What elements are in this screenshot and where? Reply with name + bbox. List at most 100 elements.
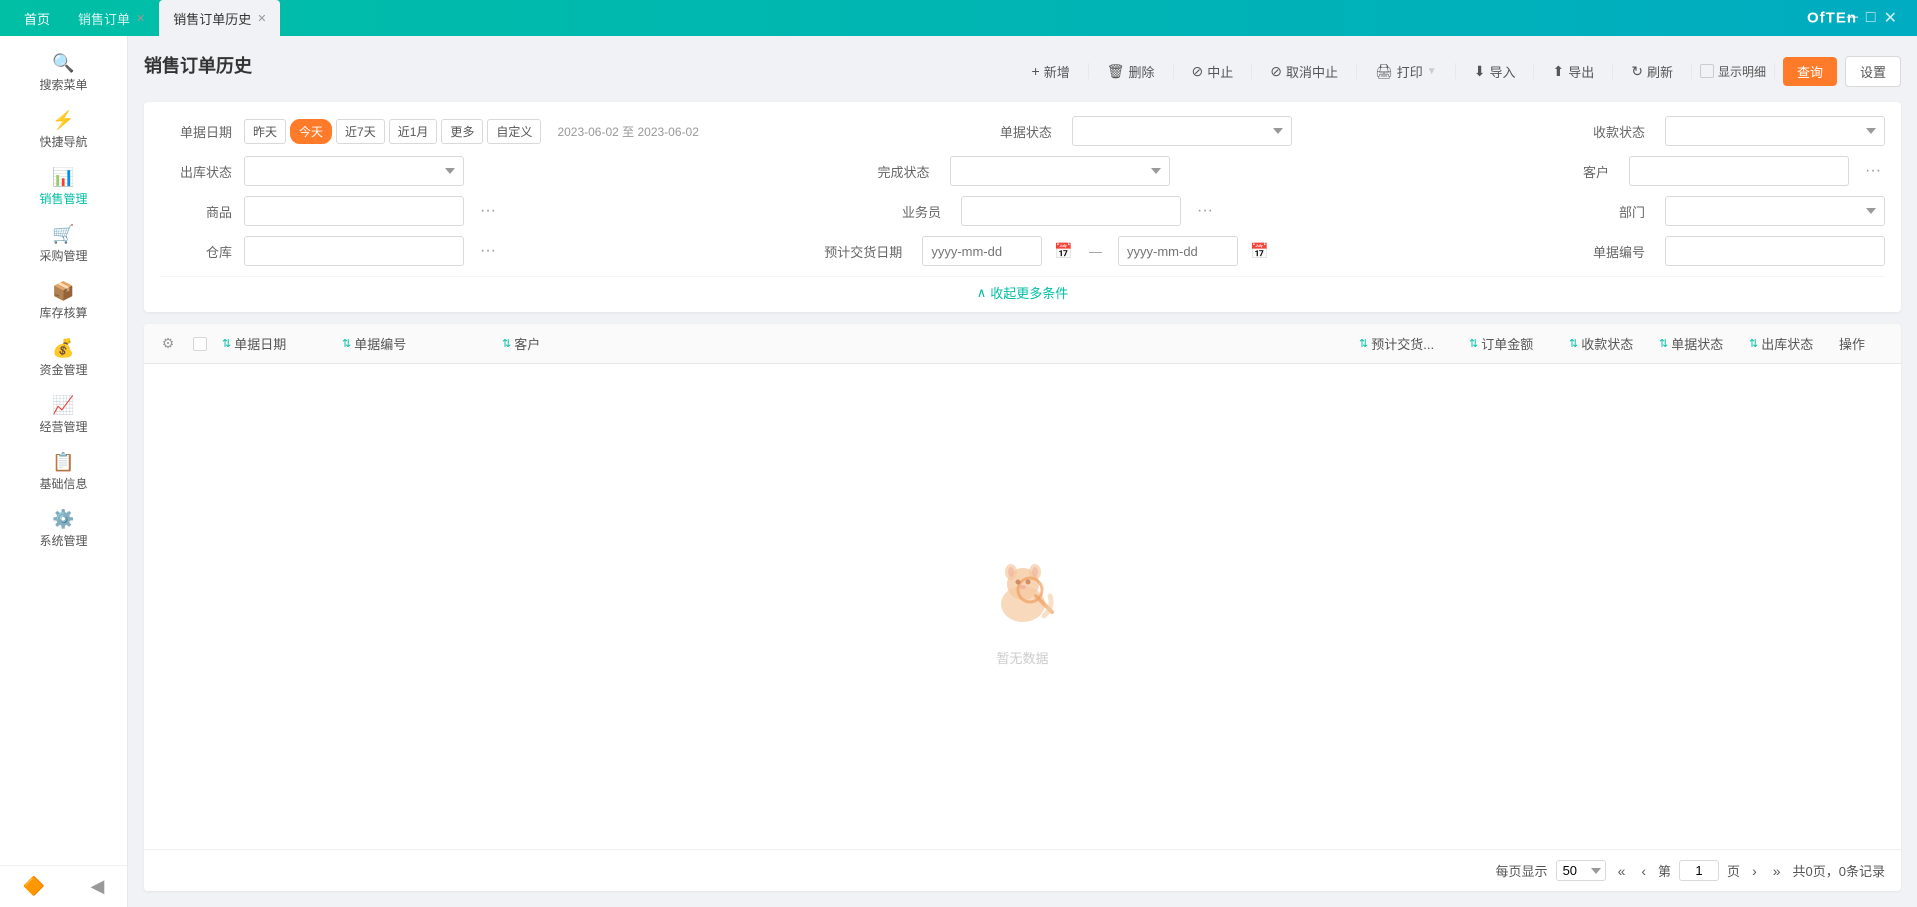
- show-detail-toggle[interactable]: 显示明细: [1700, 63, 1766, 80]
- th-ship-status[interactable]: ⇅ 出库状态: [1743, 334, 1833, 353]
- page-prefix-label: 第: [1658, 861, 1671, 880]
- salesperson-more-icon[interactable]: ···: [1193, 202, 1217, 220]
- salesperson-input[interactable]: [961, 196, 1181, 226]
- sidebar-settings-icon[interactable]: 🔶: [23, 876, 45, 897]
- toolbar: + 新增 🗑 删除 ⊘ 中止 ⊘ 取消中止: [1022, 56, 1902, 87]
- settings-button[interactable]: 设置: [1845, 56, 1901, 87]
- sidebar-item-basic-info[interactable]: 📋 基础信息: [0, 443, 127, 500]
- stop-button[interactable]: ⊘ 中止: [1182, 57, 1244, 86]
- collapse-filter-btn[interactable]: ∧ 收起更多条件: [160, 276, 1885, 304]
- next-page-button[interactable]: ›: [1748, 861, 1761, 881]
- th-order-status[interactable]: ⇅ 单据状态: [1653, 334, 1743, 353]
- first-page-button[interactable]: «: [1614, 861, 1630, 881]
- delivery-date-from[interactable]: [922, 236, 1042, 266]
- th-action-label: 操作: [1839, 334, 1865, 353]
- sidebar: 🔍 搜索菜单 ⚡ 快捷导航 📊 销售管理 🛒 采购管理 📦 库存核算 💰 资金管…: [0, 36, 128, 907]
- date-btn-custom[interactable]: 自定义: [487, 119, 541, 144]
- show-detail-checkbox[interactable]: [1700, 64, 1714, 78]
- th-amount[interactable]: ⇅ 订单金额: [1463, 334, 1563, 353]
- customer-input[interactable]: [1629, 156, 1849, 186]
- tab-sales-order-close[interactable]: ✕: [136, 12, 145, 25]
- complete-status-select[interactable]: [950, 156, 1170, 186]
- th-delivery[interactable]: ⇅ 预计交货...: [1353, 334, 1463, 353]
- current-page-input[interactable]: [1679, 860, 1719, 881]
- settings-icon[interactable]: ⚙: [162, 335, 175, 352]
- product-more-icon[interactable]: ···: [476, 202, 500, 220]
- date-filter-label: 单据日期: [160, 122, 232, 141]
- col-select-all[interactable]: [184, 337, 216, 351]
- toolbar-divider-2: [1173, 63, 1174, 79]
- th-num[interactable]: ⇅ 单据编号: [336, 334, 496, 353]
- date-btn-today[interactable]: 今天: [290, 119, 332, 144]
- prev-page-button[interactable]: ‹: [1637, 861, 1650, 881]
- toolbar-divider-1: [1088, 63, 1089, 79]
- select-all-checkbox[interactable]: [193, 337, 207, 351]
- sidebar-purchase-mgmt-label: 采购管理: [39, 247, 87, 264]
- tab-sales-order-history[interactable]: 销售订单历史 ✕: [159, 0, 280, 36]
- col-settings[interactable]: ⚙: [152, 335, 184, 352]
- sidebar-item-stock-settle[interactable]: 📦 库存核算: [0, 272, 127, 329]
- sidebar-collapse-icon[interactable]: ◀: [90, 876, 104, 897]
- order-num-input[interactable]: [1665, 236, 1885, 266]
- import-button[interactable]: ⬇ 导入: [1464, 57, 1526, 86]
- print-button[interactable]: 🖨 打印 ▼: [1365, 57, 1447, 86]
- maximize-icon[interactable]: □: [1866, 9, 1876, 27]
- payment-status-select[interactable]: [1665, 116, 1885, 146]
- customer-label: 客户: [1583, 162, 1609, 181]
- sidebar-item-fund-mgmt[interactable]: 💰 资金管理: [0, 329, 127, 386]
- payment-status-label: 收款状态: [1593, 122, 1645, 141]
- per-page-label: 每页显示: [1496, 861, 1548, 880]
- sidebar-item-sales-mgmt[interactable]: 📊 销售管理: [0, 158, 127, 215]
- toolbar-divider-7: [1612, 63, 1613, 79]
- refresh-button[interactable]: ↻ 刷新: [1621, 57, 1683, 86]
- th-date[interactable]: ⇅ 单据日期: [216, 334, 336, 353]
- export-button[interactable]: ⬆ 导出: [1542, 57, 1604, 86]
- sidebar-item-quick-nav[interactable]: ⚡ 快捷导航: [0, 101, 127, 158]
- sidebar-item-search-menu[interactable]: 🔍 搜索菜单: [0, 44, 127, 101]
- sidebar-item-sys-mgmt[interactable]: ⚙️ 系统管理: [0, 500, 127, 557]
- order-num-label: 单据编号: [1593, 242, 1645, 261]
- sort-icon-delivery: ⇅: [1359, 337, 1368, 350]
- th-pay-status[interactable]: ⇅ 收款状态: [1563, 334, 1653, 353]
- add-button[interactable]: + 新增: [1022, 57, 1080, 86]
- sort-icon-client: ⇅: [502, 337, 511, 350]
- department-select[interactable]: [1665, 196, 1885, 226]
- tab-home[interactable]: 首页: [10, 0, 64, 36]
- sort-icon-ship: ⇅: [1749, 337, 1758, 350]
- th-delivery-label: 预计交货...: [1371, 334, 1434, 353]
- customer-more-icon[interactable]: ···: [1861, 162, 1885, 180]
- per-page-select[interactable]: 50 20 100: [1556, 860, 1606, 881]
- warehouse-input[interactable]: [244, 236, 464, 266]
- add-label: 新增: [1044, 62, 1070, 81]
- cancel-stop-button[interactable]: ⊘ 取消中止: [1260, 57, 1348, 86]
- tab-sales-order-history-close[interactable]: ✕: [257, 12, 266, 25]
- date-btn-yesterday[interactable]: 昨天: [244, 119, 286, 144]
- close-window-icon[interactable]: ✕: [1884, 8, 1897, 28]
- sidebar-basic-info-label: 基础信息: [39, 475, 87, 492]
- delivery-date-to[interactable]: [1118, 236, 1238, 266]
- delete-button[interactable]: 🗑 删除: [1097, 57, 1165, 86]
- ship-status-select[interactable]: [244, 156, 464, 186]
- query-button[interactable]: 查询: [1783, 57, 1837, 86]
- product-input[interactable]: [244, 196, 464, 226]
- calendar-to-icon[interactable]: 📅: [1250, 242, 1269, 260]
- collapse-label: 收起更多条件: [990, 283, 1068, 302]
- sidebar-item-purchase-mgmt[interactable]: 🛒 采购管理: [0, 215, 127, 272]
- last-page-button[interactable]: »: [1769, 861, 1785, 881]
- purchase-mgmt-icon: 🛒: [52, 225, 74, 243]
- date-btn-more[interactable]: 更多: [441, 119, 483, 144]
- sidebar-bottom: 🔶 ◀: [0, 865, 127, 907]
- calendar-from-icon[interactable]: 📅: [1054, 242, 1073, 260]
- filter-row-3: 商品 ··· 业务员 ··· 部门: [160, 196, 1885, 226]
- sidebar-item-ops-mgmt[interactable]: 📈 经营管理: [0, 386, 127, 443]
- th-client[interactable]: ⇅ 客户: [496, 334, 1353, 353]
- tab-sales-order-history-label: 销售订单历史: [173, 9, 251, 28]
- date-btn-1month[interactable]: 近1月: [389, 119, 438, 144]
- empty-illustration: [978, 546, 1068, 636]
- tab-sales-order[interactable]: 销售订单 ✕: [64, 0, 159, 36]
- date-btn-7days[interactable]: 近7天: [336, 119, 385, 144]
- warehouse-more-icon[interactable]: ···: [476, 242, 500, 260]
- date-buttons-group: 昨天 今天 近7天 近1月 更多 自定义: [244, 119, 541, 144]
- order-status-select[interactable]: [1072, 116, 1292, 146]
- filter-row-2: 出库状态 完成状态 客户 ···: [160, 156, 1885, 186]
